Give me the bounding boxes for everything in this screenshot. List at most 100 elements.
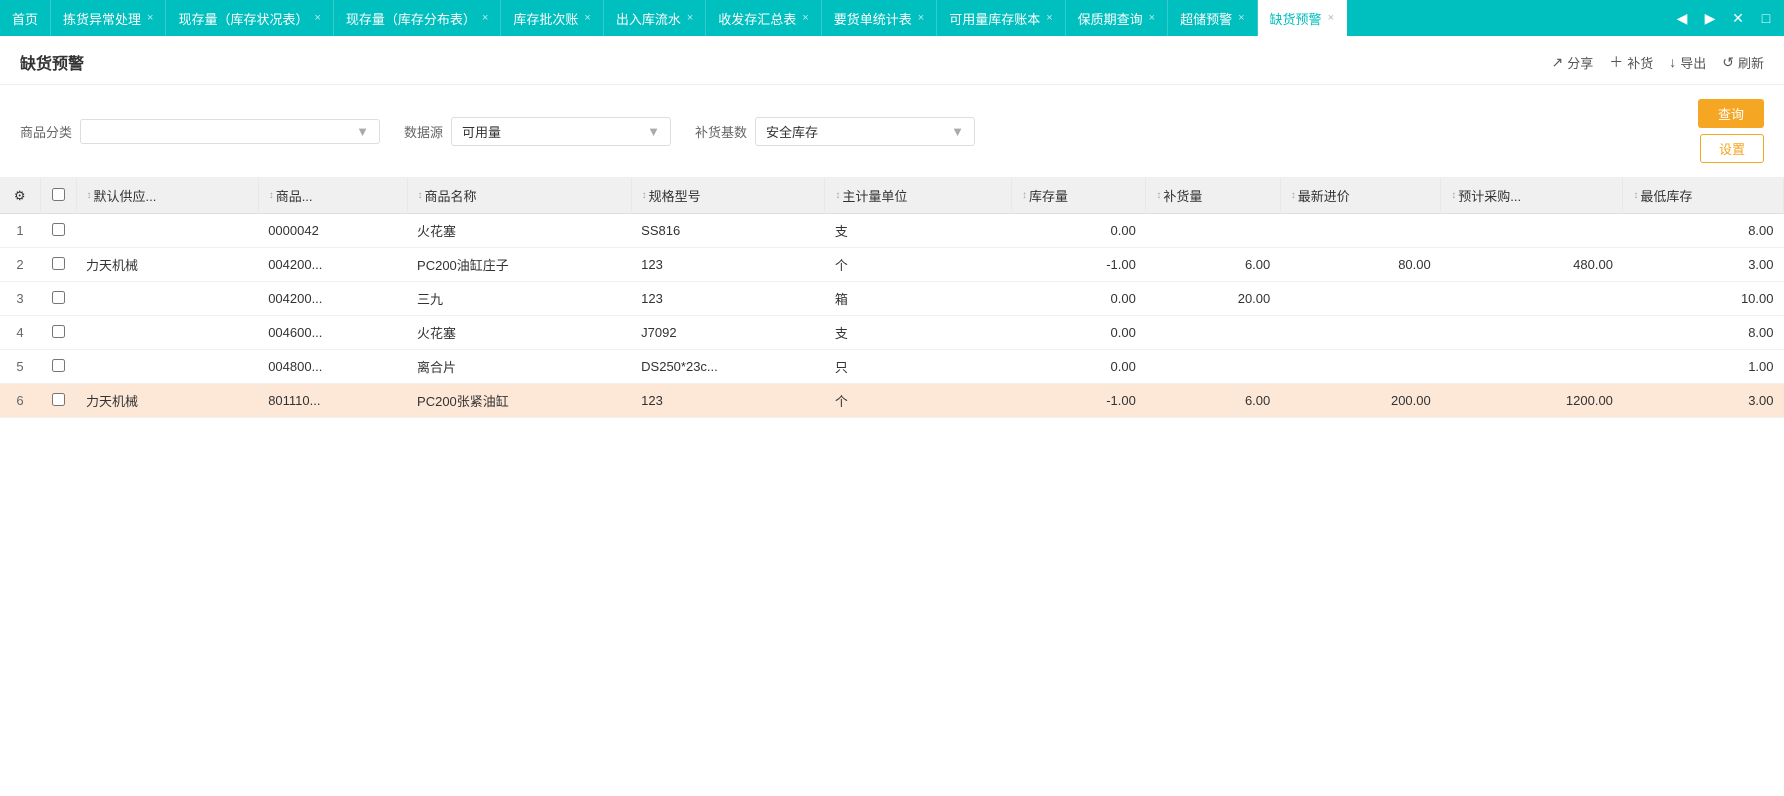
category-label: 商品分类: [20, 122, 72, 141]
row-stock: 0.00: [1011, 214, 1145, 248]
table-row[interactable]: 2 力天机械 004200... PC200油缸庄子 123 个 -1.00 6…: [0, 248, 1784, 282]
row-product-code: 0000042: [258, 214, 407, 248]
tab-close-icon[interactable]: ×: [802, 12, 808, 24]
row-checkbox-cell[interactable]: [40, 350, 76, 384]
row-min-stock: 8.00: [1623, 316, 1784, 350]
replenish-select[interactable]: 安全库存 ▼: [755, 117, 975, 146]
table-header-row: ⚙ ↕ 默认供应... ↕ 商品...: [0, 178, 1784, 214]
table-row[interactable]: 5 004800... 离合片 DS250*23c... 只 0.00 1.00: [0, 350, 1784, 384]
table-row[interactable]: 6 力天机械 801110... PC200张紧油缸 123 个 -1.00 6…: [0, 384, 1784, 418]
category-select[interactable]: ▼: [80, 119, 380, 144]
nav-tab[interactable]: 现存量（库存状况表）×: [166, 0, 333, 36]
row-unit: 箱: [825, 282, 1012, 316]
row-product-name: 离合片: [407, 350, 631, 384]
tab-close-icon[interactable]: ×: [482, 12, 488, 24]
table-container: ⚙ ↕ 默认供应... ↕ 商品...: [0, 178, 1784, 418]
tab-close-icon[interactable]: ×: [1149, 12, 1155, 24]
row-checkbox-cell[interactable]: [40, 282, 76, 316]
col-est-purchase: ↕ 预计采购...: [1441, 178, 1623, 214]
row-spec: J7092: [631, 316, 825, 350]
checkbox-col-header[interactable]: [40, 178, 76, 214]
nav-close-button[interactable]: ✕: [1724, 4, 1752, 32]
action-label: 补货: [1627, 53, 1653, 72]
header-action-导出[interactable]: ↓导出: [1669, 53, 1706, 72]
nav-tab[interactable]: 可用量库存账本×: [937, 0, 1065, 36]
tab-close-icon[interactable]: ×: [918, 12, 924, 24]
row-checkbox[interactable]: [52, 393, 65, 406]
sort-latest-price-icon[interactable]: ↕: [1291, 190, 1296, 201]
nav-next-button[interactable]: ▶: [1696, 4, 1724, 32]
col-spec: ↕ 规格型号: [631, 178, 825, 214]
row-replenish: 6.00: [1146, 248, 1280, 282]
row-checkbox[interactable]: [52, 359, 65, 372]
tab-close-icon[interactable]: ×: [584, 12, 590, 24]
row-est-purchase: [1441, 350, 1623, 384]
query-button[interactable]: 查询: [1698, 99, 1764, 128]
nav-tab[interactable]: 库存批次账×: [501, 0, 603, 36]
row-checkbox-cell[interactable]: [40, 248, 76, 282]
tab-close-icon[interactable]: ×: [1328, 12, 1334, 24]
row-product-code: 801110...: [258, 384, 407, 418]
row-checkbox[interactable]: [52, 291, 65, 304]
nav-tab[interactable]: 保质期查询×: [1066, 0, 1168, 36]
row-spec: 123: [631, 282, 825, 316]
row-min-stock: 3.00: [1623, 384, 1784, 418]
header-action-补货[interactable]: ＋补货: [1609, 52, 1653, 72]
nav-prev-button[interactable]: ◀: [1668, 4, 1696, 32]
row-unit: 支: [825, 214, 1012, 248]
sort-product-name-icon[interactable]: ↕: [418, 190, 423, 201]
header-action-分享[interactable]: ↗分享: [1551, 53, 1593, 72]
nav-tab[interactable]: 现存量（库存分布表）×: [334, 0, 501, 36]
row-checkbox-cell[interactable]: [40, 384, 76, 418]
sort-unit-icon[interactable]: ↕: [835, 190, 840, 201]
nav-tab[interactable]: 拣货异常处理×: [51, 0, 166, 36]
row-est-purchase: [1441, 316, 1623, 350]
sort-replenish-icon[interactable]: ↕: [1156, 190, 1161, 201]
nav-tab[interactable]: 要货单统计表×: [822, 0, 937, 36]
nav-tab[interactable]: 超储预警×: [1168, 0, 1257, 36]
row-product-name: 三九: [407, 282, 631, 316]
sort-est-purchase-icon[interactable]: ↕: [1451, 190, 1456, 201]
settings-col-header[interactable]: ⚙: [0, 178, 40, 214]
tab-close-icon[interactable]: ×: [1046, 12, 1052, 24]
page-title: 缺货预警: [20, 50, 84, 74]
row-checkbox-cell[interactable]: [40, 316, 76, 350]
sort-min-stock-icon[interactable]: ↕: [1633, 190, 1638, 201]
datasource-select[interactable]: 可用量 ▼: [451, 117, 671, 146]
nav-tab[interactable]: 出入库流水×: [604, 0, 706, 36]
row-checkbox-cell[interactable]: [40, 214, 76, 248]
row-min-stock: 3.00: [1623, 248, 1784, 282]
row-number: 6: [0, 384, 40, 418]
row-checkbox[interactable]: [52, 223, 65, 236]
tab-close-icon[interactable]: ×: [314, 12, 320, 24]
row-est-purchase: 480.00: [1441, 248, 1623, 282]
settings-button[interactable]: 设置: [1700, 134, 1764, 163]
table-row[interactable]: 3 004200... 三九 123 箱 0.00 20.00 10.00: [0, 282, 1784, 316]
row-replenish: [1146, 350, 1280, 384]
table-row[interactable]: 4 004600... 火花塞 J7092 支 0.00 8.00: [0, 316, 1784, 350]
row-stock: 0.00: [1011, 350, 1145, 384]
sort-supplier-icon[interactable]: ↕: [87, 190, 92, 201]
sort-stock-icon[interactable]: ↕: [1022, 190, 1027, 201]
nav-maximize-button[interactable]: □: [1752, 4, 1780, 32]
sort-spec-icon[interactable]: ↕: [642, 190, 647, 201]
nav-tab[interactable]: 缺货预警×: [1258, 0, 1347, 36]
row-replenish: [1146, 316, 1280, 350]
select-all-checkbox[interactable]: [52, 188, 65, 201]
tab-close-icon[interactable]: ×: [1238, 12, 1244, 24]
table-row[interactable]: 1 0000042 火花塞 SS816 支 0.00 8.00: [0, 214, 1784, 248]
row-checkbox[interactable]: [52, 325, 65, 338]
row-checkbox[interactable]: [52, 257, 65, 270]
tab-close-icon[interactable]: ×: [147, 12, 153, 24]
row-unit: 个: [825, 384, 1012, 418]
row-product-name: 火花塞: [407, 214, 631, 248]
nav-tab[interactable]: 收发存汇总表×: [706, 0, 821, 36]
header-action-刷新[interactable]: ↺刷新: [1722, 53, 1764, 72]
col-product-name: ↕ 商品名称: [407, 178, 631, 214]
row-supplier: [76, 282, 258, 316]
filter-group-datasource: 数据源 可用量 ▼: [404, 117, 671, 146]
sort-product-code-icon[interactable]: ↕: [269, 190, 274, 201]
tab-close-icon[interactable]: ×: [687, 12, 693, 24]
nav-tab[interactable]: 首页: [0, 0, 51, 36]
row-latest-price: [1280, 316, 1440, 350]
